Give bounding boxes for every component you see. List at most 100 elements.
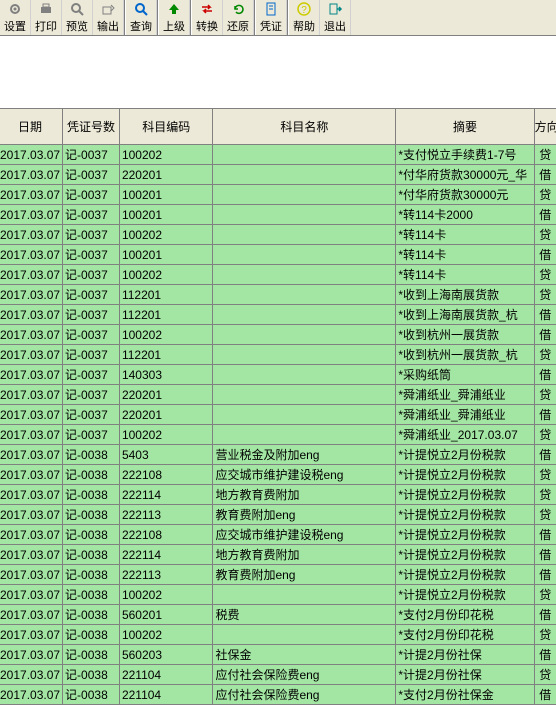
cell-dir[interactable]: 贷 — [534, 285, 556, 305]
cell-name[interactable]: 地方教育费附加 — [213, 545, 396, 565]
cell-date[interactable]: 2017.03.07 — [0, 505, 63, 525]
cell-date[interactable]: 2017.03.07 — [0, 465, 63, 485]
cell-date[interactable]: 2017.03.07 — [0, 265, 63, 285]
cell-summary[interactable]: *计提2月份社保 — [396, 665, 534, 685]
cell-dir[interactable]: 借 — [534, 405, 556, 425]
cell-dir[interactable]: 贷 — [534, 145, 556, 165]
cell-vno[interactable]: 记-0038 — [63, 585, 120, 605]
cell-date[interactable]: 2017.03.07 — [0, 545, 63, 565]
cell-summary[interactable]: *支付2月份社保金 — [396, 685, 534, 705]
cell-code[interactable]: 222113 — [119, 565, 213, 585]
cell-name[interactable] — [213, 245, 396, 265]
cell-vno[interactable]: 记-0037 — [63, 345, 120, 365]
cell-name[interactable]: 教育费附加eng — [213, 565, 396, 585]
cell-date[interactable]: 2017.03.07 — [0, 645, 63, 665]
cell-summary[interactable]: *计提悦立2月份税款 — [396, 585, 534, 605]
query-button[interactable]: 查询 — [126, 0, 157, 35]
cell-vno[interactable]: 记-0037 — [63, 145, 120, 165]
table-row[interactable]: 2017.03.07记-0037100202*转114卡贷 — [0, 225, 556, 245]
cell-code[interactable]: 100202 — [119, 585, 213, 605]
cell-vno[interactable]: 记-0037 — [63, 405, 120, 425]
cell-summary[interactable]: *舜浦纸业_舜浦纸业 — [396, 385, 534, 405]
cell-code[interactable]: 5403 — [119, 445, 213, 465]
cell-dir[interactable]: 借 — [534, 205, 556, 225]
cell-code[interactable]: 222108 — [119, 465, 213, 485]
cell-name[interactable] — [213, 625, 396, 645]
cell-summary[interactable]: *转114卡2000 — [396, 205, 534, 225]
cell-name[interactable]: 教育费附加eng — [213, 505, 396, 525]
table-row[interactable]: 2017.03.07记-0037100202*支付悦立手续费1-7号贷 — [0, 145, 556, 165]
cell-code[interactable]: 100202 — [119, 625, 213, 645]
cell-summary[interactable]: *支付悦立手续费1-7号 — [396, 145, 534, 165]
cell-name[interactable] — [213, 145, 396, 165]
table-row[interactable]: 2017.03.07记-0038100202*支付2月份印花税贷 — [0, 625, 556, 645]
cell-name[interactable] — [213, 345, 396, 365]
cell-date[interactable]: 2017.03.07 — [0, 685, 63, 705]
cell-summary[interactable]: *转114卡 — [396, 265, 534, 285]
cell-name[interactable] — [213, 265, 396, 285]
cell-summary[interactable]: *支付2月份印花税 — [396, 625, 534, 645]
cell-date[interactable]: 2017.03.07 — [0, 305, 63, 325]
cell-vno[interactable]: 记-0037 — [63, 325, 120, 345]
convert-button[interactable]: 转换 — [192, 0, 223, 35]
table-row[interactable]: 2017.03.07记-0037220201*付华府货款30000元_华借 — [0, 165, 556, 185]
cell-name[interactable] — [213, 305, 396, 325]
cell-name[interactable]: 税费 — [213, 605, 396, 625]
cell-date[interactable]: 2017.03.07 — [0, 205, 63, 225]
cell-summary[interactable]: *计提悦立2月份税款 — [396, 485, 534, 505]
cell-summary[interactable]: *支付2月份印花税 — [396, 605, 534, 625]
cell-date[interactable]: 2017.03.07 — [0, 385, 63, 405]
cell-vno[interactable]: 记-0037 — [63, 385, 120, 405]
cell-code[interactable]: 100201 — [119, 205, 213, 225]
cell-summary[interactable]: *计提悦立2月份税款 — [396, 505, 534, 525]
cell-dir[interactable]: 贷 — [534, 625, 556, 645]
column-header-code[interactable]: 科目编码 — [119, 109, 213, 145]
table-row[interactable]: 2017.03.07记-0038100202*计提悦立2月份税款贷 — [0, 585, 556, 605]
cell-code[interactable]: 220201 — [119, 385, 213, 405]
cell-dir[interactable]: 借 — [534, 645, 556, 665]
cell-date[interactable]: 2017.03.07 — [0, 405, 63, 425]
cell-summary[interactable]: *舜浦纸业_舜浦纸业 — [396, 405, 534, 425]
table-row[interactable]: 2017.03.07记-0037220201*舜浦纸业_舜浦纸业借 — [0, 405, 556, 425]
print-button[interactable]: 打印 — [31, 0, 62, 35]
cell-name[interactable]: 应交城市维护建设税eng — [213, 465, 396, 485]
cell-summary[interactable]: *计提悦立2月份税款 — [396, 565, 534, 585]
cell-summary[interactable]: *收到上海南展货款_杭 — [396, 305, 534, 325]
cell-dir[interactable]: 贷 — [534, 425, 556, 445]
table-row[interactable]: 2017.03.07记-0037100202*收到杭州一展货款借 — [0, 325, 556, 345]
cell-summary[interactable]: *计提悦立2月份税款 — [396, 465, 534, 485]
cell-date[interactable]: 2017.03.07 — [0, 325, 63, 345]
cell-vno[interactable]: 记-0038 — [63, 505, 120, 525]
cell-name[interactable] — [213, 185, 396, 205]
table-row[interactable]: 2017.03.07记-0038222113教育费附加eng*计提悦立2月份税款… — [0, 565, 556, 585]
cell-code[interactable]: 112201 — [119, 305, 213, 325]
cell-vno[interactable]: 记-0038 — [63, 625, 120, 645]
cell-name[interactable]: 社保金 — [213, 645, 396, 665]
table-row[interactable]: 2017.03.07记-0037100201*付华府货款30000元贷 — [0, 185, 556, 205]
cell-date[interactable]: 2017.03.07 — [0, 165, 63, 185]
cell-code[interactable]: 560201 — [119, 605, 213, 625]
cell-date[interactable]: 2017.03.07 — [0, 585, 63, 605]
up-button[interactable]: 上级 — [159, 0, 190, 35]
table-row[interactable]: 2017.03.07记-0037100202*舜浦纸业_2017.03.07贷 — [0, 425, 556, 445]
cell-code[interactable]: 222114 — [119, 545, 213, 565]
table-row[interactable]: 2017.03.07记-0038222114地方教育费附加*计提悦立2月份税款贷 — [0, 485, 556, 505]
cell-name[interactable] — [213, 165, 396, 185]
cell-code[interactable]: 221104 — [119, 685, 213, 705]
cell-vno[interactable]: 记-0038 — [63, 525, 120, 545]
cell-dir[interactable]: 贷 — [534, 265, 556, 285]
cell-dir[interactable]: 借 — [534, 525, 556, 545]
cell-dir[interactable]: 借 — [534, 365, 556, 385]
column-header-name[interactable]: 科目名称 — [213, 109, 396, 145]
cell-code[interactable]: 222108 — [119, 525, 213, 545]
table-row[interactable]: 2017.03.07记-0037100201*转114卡2000借 — [0, 205, 556, 225]
cell-name[interactable]: 地方教育费附加 — [213, 485, 396, 505]
cell-vno[interactable]: 记-0037 — [63, 305, 120, 325]
restore-button[interactable]: 还原 — [223, 0, 254, 35]
cell-name[interactable] — [213, 285, 396, 305]
settings-button[interactable]: 设置 — [0, 0, 31, 35]
cell-summary[interactable]: *计提悦立2月份税款 — [396, 445, 534, 465]
cell-code[interactable]: 222114 — [119, 485, 213, 505]
cell-code[interactable]: 560203 — [119, 645, 213, 665]
cell-summary[interactable]: *转114卡 — [396, 225, 534, 245]
